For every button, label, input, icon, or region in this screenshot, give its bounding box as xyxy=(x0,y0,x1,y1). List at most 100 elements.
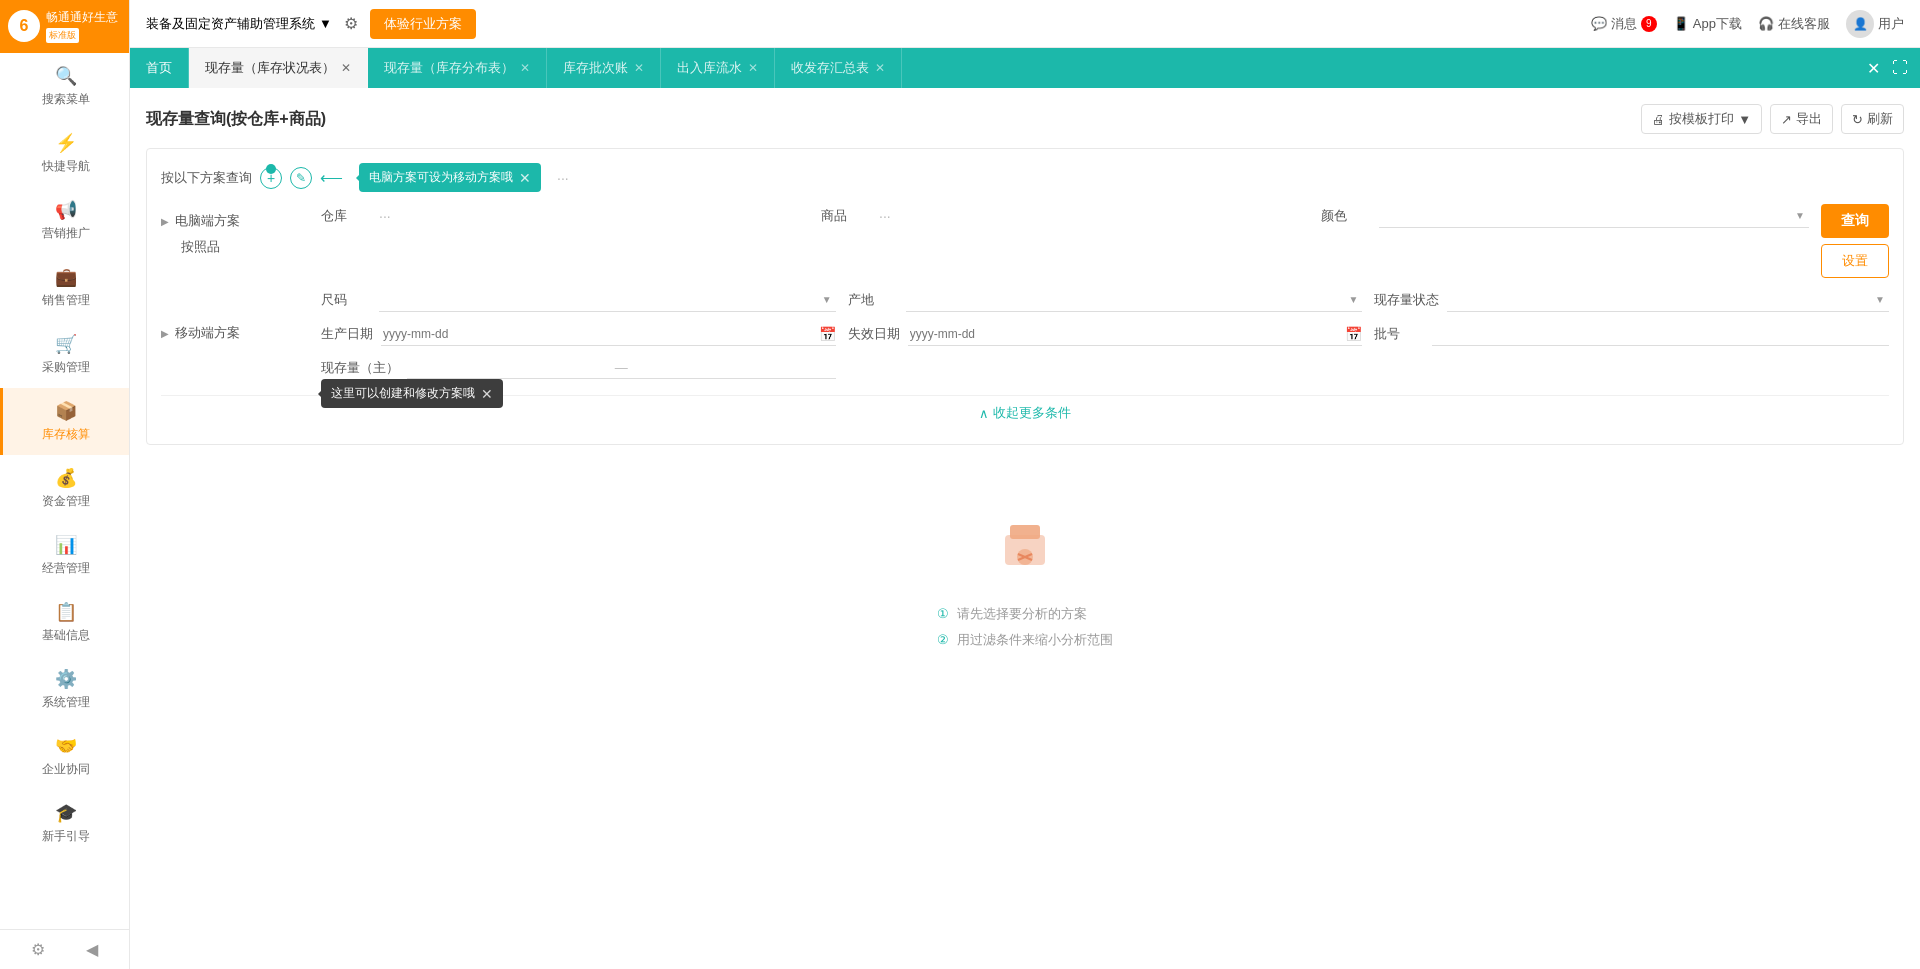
print-label: 按模板打印 xyxy=(1669,110,1734,128)
exp-date-from[interactable] xyxy=(908,323,1342,345)
sidebar-item-base-info[interactable]: 📋 基础信息 xyxy=(0,589,129,656)
collapse-label: 收起更多条件 xyxy=(993,404,1071,422)
stock-qty-label: 现存量（主） xyxy=(321,359,399,377)
collapse-sidebar-icon[interactable]: ◀ xyxy=(86,940,98,959)
export-button[interactable]: ↗ 导出 xyxy=(1770,104,1833,134)
online-support-item[interactable]: 🎧 在线客服 xyxy=(1758,15,1830,33)
app-download-item[interactable]: 📱 App下载 xyxy=(1673,15,1742,33)
page-actions: 🖨 按模板打印 ▼ ↗ 导出 ↻ 刷新 xyxy=(1641,104,1904,134)
settings-gear-icon[interactable]: ⚙ xyxy=(344,14,358,33)
back-arrow-icon[interactable]: ⟵ xyxy=(320,168,343,187)
sidebar-item-guide[interactable]: 🎓 新手引导 xyxy=(0,790,129,857)
plan-by-product-label: 按照品 xyxy=(181,238,220,256)
calendar-icon[interactable]: 📅 xyxy=(819,326,836,342)
tab-close-icon[interactable]: ✕ xyxy=(341,61,351,75)
plan-mobile-label: 移动端方案 xyxy=(175,324,240,342)
logo-badge: 标准版 xyxy=(46,28,79,43)
filter-field-product: 商品 ··· xyxy=(821,204,1309,228)
mfg-date-from[interactable] xyxy=(381,323,815,345)
print-template-button[interactable]: 🖨 按模板打印 ▼ xyxy=(1641,104,1762,134)
sidebar-item-cooperation[interactable]: 🤝 企业协同 xyxy=(0,723,129,790)
tab-maximize-icon[interactable]: ⛶ xyxy=(1888,55,1912,81)
tab-inout-flow[interactable]: 出入库流水 ✕ xyxy=(661,48,775,88)
user-item[interactable]: 👤 用户 xyxy=(1846,10,1904,38)
tab-batch-account[interactable]: 库存批次账 ✕ xyxy=(547,48,661,88)
color-select[interactable] xyxy=(1379,204,1809,227)
sidebar-item-label: 库存核算 xyxy=(42,426,90,443)
settings-icon[interactable]: ⚙ xyxy=(31,940,45,959)
edit-plan-button[interactable]: ✎ xyxy=(290,167,312,189)
tab-home[interactable]: 首页 xyxy=(130,48,189,88)
sidebar-item-sales[interactable]: 💼 销售管理 xyxy=(0,254,129,321)
tab-inventory-status[interactable]: 现存量（库存状况表） ✕ xyxy=(189,48,368,88)
tab-close-icon[interactable]: ✕ xyxy=(875,61,885,75)
filter-field-origin: 产地 ▼ xyxy=(848,288,1363,312)
product-more-icon[interactable]: ··· xyxy=(879,208,891,224)
header-left: 装备及固定资产辅助管理系统 ▼ ⚙ 体验行业方案 xyxy=(146,9,476,39)
tooltip-text: 电脑方案可设为移动方案哦 xyxy=(369,169,513,186)
range-dash: — xyxy=(615,360,628,375)
warehouse-more-icon[interactable]: ··· xyxy=(379,208,391,224)
size-select[interactable] xyxy=(379,288,836,311)
exp-date-label: 失效日期 xyxy=(848,325,900,343)
plan-expand-icon[interactable]: ▶ xyxy=(161,328,169,339)
plan-and-fields: ▶ 电脑端方案 按照品 这里可以创建和修改方案哦 ✕ ▶ xyxy=(161,204,1889,389)
stock-qty-min[interactable] xyxy=(407,356,611,378)
color-label: 颜色 xyxy=(1321,207,1371,225)
plan-tree-mobile: ▶ 移动端方案 xyxy=(161,320,321,346)
industry-plan-button[interactable]: 体验行业方案 xyxy=(370,9,476,39)
sidebar-item-finance[interactable]: 💰 资金管理 xyxy=(0,455,129,522)
calendar-icon2[interactable]: 📅 xyxy=(1345,326,1362,342)
message-item[interactable]: 💬 消息 9 xyxy=(1591,15,1657,33)
color-select-wrapper: ▼ xyxy=(1379,204,1809,228)
tab-close-icon[interactable]: ✕ xyxy=(634,61,644,75)
plan-expand-icon[interactable]: ▶ xyxy=(161,216,169,227)
sidebar-item-marketing[interactable]: 📢 营销推广 xyxy=(0,187,129,254)
dropdown-arrow-icon: ▼ xyxy=(319,16,332,31)
reset-button[interactable]: 设置 xyxy=(1821,244,1889,278)
sidebar-item-quick-nav[interactable]: ⚡ 快捷导航 xyxy=(0,120,129,187)
tooltip-close-icon[interactable]: ✕ xyxy=(519,170,531,186)
filter-row-4: 现存量（主） — xyxy=(321,356,1889,379)
handshake-icon: 🤝 xyxy=(55,735,77,757)
filter-more-dots-icon[interactable]: ··· xyxy=(557,170,569,186)
tab-close-all-icon[interactable]: ✕ xyxy=(1863,55,1884,82)
tab-home-label: 首页 xyxy=(146,59,172,77)
filter-row-3: 生产日期 📅 失效日期 📅 xyxy=(321,322,1889,346)
tab-close-icon[interactable]: ✕ xyxy=(520,61,530,75)
lightning-icon: ⚡ xyxy=(55,132,77,154)
sidebar-item-inventory[interactable]: 📦 库存核算 xyxy=(0,388,129,455)
plan-tree-desktop: ▶ 电脑端方案 xyxy=(161,208,321,234)
tab-close-icon[interactable]: ✕ xyxy=(748,61,758,75)
sidebar-item-search[interactable]: 🔍 搜索菜单 xyxy=(0,53,129,120)
gear-icon: ⚙️ xyxy=(55,668,77,690)
system-name-dropdown[interactable]: 装备及固定资产辅助管理系统 ▼ xyxy=(146,15,332,33)
tab-summary[interactable]: 收发存汇总表 ✕ xyxy=(775,48,902,88)
sidebar-logo: 6 畅通通好生意 标准版 xyxy=(0,0,129,53)
stock-qty-range: — xyxy=(407,356,836,379)
sidebar-item-system[interactable]: ⚙️ 系统管理 xyxy=(0,656,129,723)
phone-icon: 📱 xyxy=(1673,16,1689,31)
sidebar-item-management[interactable]: 📊 经营管理 xyxy=(0,522,129,589)
filter-field-batch: 批号 xyxy=(1374,322,1889,346)
query-button[interactable]: 查询 xyxy=(1821,204,1889,238)
stock-qty-max[interactable] xyxy=(632,356,836,378)
tab-inventory-dist[interactable]: 现存量（库存分布表） ✕ xyxy=(368,48,547,88)
empty-illustration xyxy=(985,505,1065,585)
origin-select[interactable] xyxy=(906,288,1363,311)
sidebar-item-label: 基础信息 xyxy=(42,627,90,644)
refresh-button[interactable]: ↻ 刷新 xyxy=(1841,104,1904,134)
app-download-label: App下载 xyxy=(1693,15,1742,33)
tooltip-edit-text: 这里可以创建和修改方案哦 xyxy=(331,385,475,402)
cart-icon: 🛒 xyxy=(55,333,77,355)
query-buttons-col: 查询 设置 xyxy=(1821,204,1889,278)
batch-input[interactable] xyxy=(1432,322,1889,346)
stock-status-select-wrapper: ▼ xyxy=(1447,288,1889,312)
sidebar-item-purchase[interactable]: 🛒 采购管理 xyxy=(0,321,129,388)
sidebar-item-label: 系统管理 xyxy=(42,694,90,711)
plan-tree-by-product[interactable]: 按照品 xyxy=(161,234,321,260)
svg-rect-1 xyxy=(1010,525,1040,539)
tooltip-edit-close-icon[interactable]: ✕ xyxy=(481,386,493,402)
refresh-label: 刷新 xyxy=(1867,110,1893,128)
stock-status-select[interactable] xyxy=(1447,288,1889,311)
